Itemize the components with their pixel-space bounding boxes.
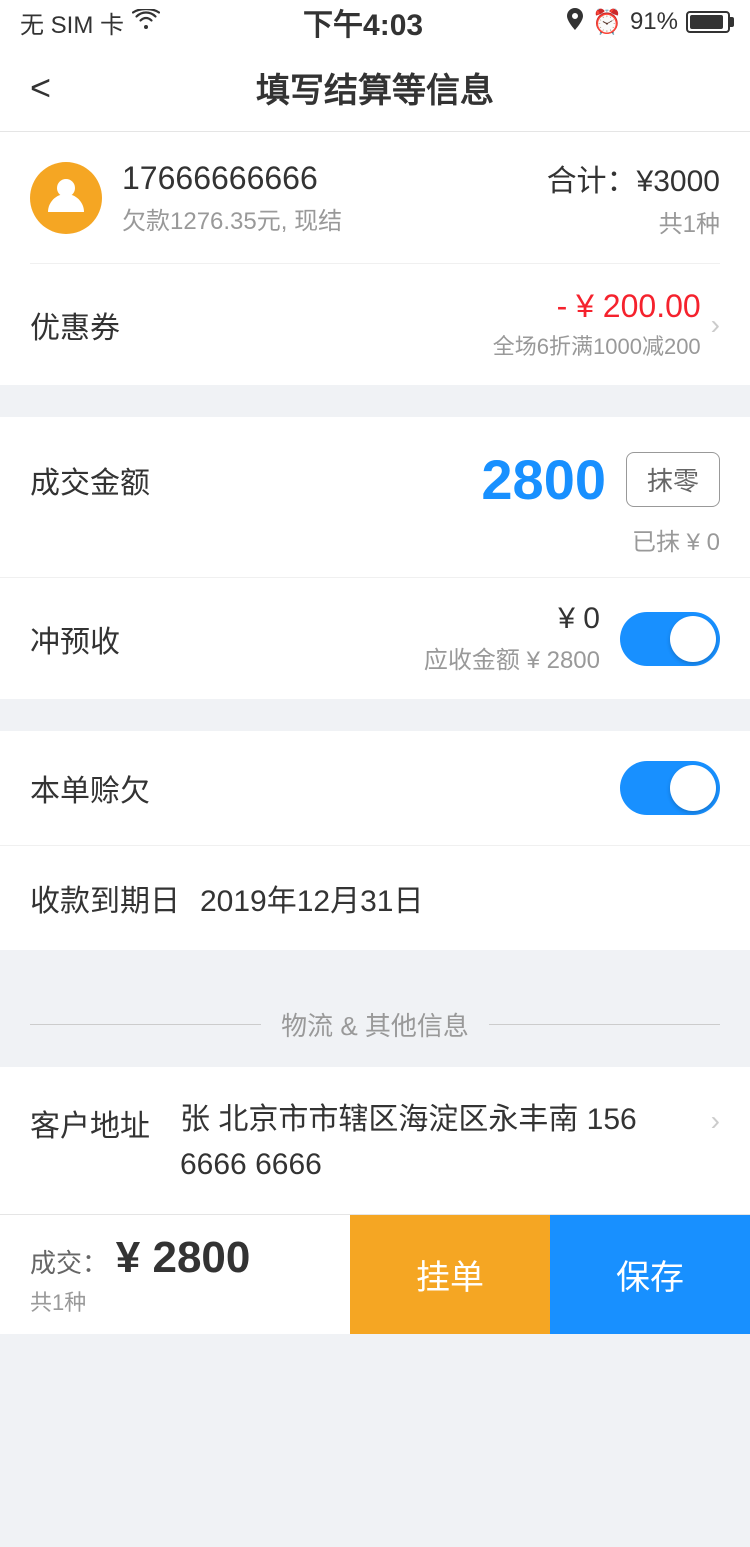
- customer-row: 17666666666 欠款1276.35元, 现结 合计：¥3000 共1种: [0, 132, 750, 263]
- status-right: ⏰ 91%: [566, 8, 730, 37]
- content-area: 17666666666 欠款1276.35元, 现结 合计：¥3000 共1种 …: [0, 132, 750, 1547]
- prepay-toggle[interactable]: [620, 612, 720, 666]
- prepay-sub: 应收金额 ¥ 2800: [424, 640, 600, 675]
- coupon-right: - ¥ 200.00 全场6折满1000减200 ›: [493, 288, 720, 361]
- section-gap-1: [0, 401, 750, 417]
- amount-right: 2800 抹零: [481, 447, 720, 512]
- logistics-line-left: [30, 1024, 261, 1025]
- status-bar: 无 SIM 卡 下午4:03 ⏰ 91%: [0, 0, 750, 44]
- prepay-label: 冲预收: [30, 617, 120, 661]
- logistics-line-right: [489, 1024, 720, 1025]
- customer-sub: 欠款1276.35元, 现结: [122, 201, 342, 236]
- footer-buttons: 挂单 保存: [350, 1215, 750, 1334]
- debt-toggle[interactable]: [620, 761, 720, 815]
- amount-sub: 已抹 ¥ 0: [0, 522, 750, 577]
- customer-phone: 17666666666: [122, 160, 342, 197]
- wifi-icon: [132, 8, 160, 36]
- prepay-amount-wrap: ¥ 0 应收金额 ¥ 2800: [424, 602, 600, 675]
- page-title: 填写结算等信息: [256, 63, 494, 112]
- amount-value: 2800: [481, 447, 606, 512]
- customer-card: 17666666666 欠款1276.35元, 现结 合计：¥3000 共1种 …: [0, 132, 750, 385]
- section-gap-3: [0, 950, 750, 966]
- chevron-right-icon: ›: [711, 309, 720, 341]
- coupon-wrap: - ¥ 200.00 全场6折满1000减200: [493, 288, 701, 361]
- status-left: 无 SIM 卡: [20, 5, 160, 40]
- carrier-text: 无 SIM 卡: [20, 5, 124, 40]
- footer-label-row: 成交： ¥ 2800: [30, 1233, 320, 1283]
- coupon-label: 优惠券: [30, 303, 120, 347]
- save-button[interactable]: 保存: [550, 1215, 750, 1334]
- debt-toggle-knob: [670, 765, 716, 811]
- back-button[interactable]: <: [20, 57, 61, 119]
- debt-section: 本单赊欠 收款到期日 2019年12月31日: [0, 731, 750, 950]
- total-amount: 合计：¥3000: [547, 156, 720, 200]
- footer: 成交： ¥ 2800 共1种 挂单 保存: [0, 1214, 750, 1334]
- prepay-row: 冲预收 ¥ 0 应收金额 ¥ 2800: [0, 577, 750, 699]
- footer-label: 成交：: [30, 1248, 108, 1278]
- debt-row: 本单赊欠: [0, 731, 750, 845]
- due-label: 收款到期日: [30, 876, 180, 920]
- prepay-amount: ¥ 0: [424, 602, 600, 636]
- prepay-right: ¥ 0 应收金额 ¥ 2800: [424, 602, 720, 675]
- alarm-icon: ⏰: [592, 8, 622, 37]
- logistics-title: 物流 & 其他信息: [281, 1006, 469, 1043]
- section-gap-2: [0, 699, 750, 715]
- coupon-row[interactable]: 优惠券 - ¥ 200.00 全场6折满1000减200 ›: [0, 264, 750, 385]
- status-time: 下午4:03: [303, 0, 423, 44]
- address-row[interactable]: 客户地址 张 北京市市辖区海淀区永丰南 156 6666 6666 ›: [0, 1067, 750, 1217]
- address-value: 张 北京市市辖区海淀区永丰南 156 6666 6666: [180, 1097, 681, 1187]
- footer-info: 成交： ¥ 2800 共1种: [0, 1233, 350, 1317]
- amount-label: 成交金额: [30, 458, 150, 502]
- avatar-icon: [45, 172, 87, 224]
- location-icon: [566, 8, 584, 37]
- round-button[interactable]: 抹零: [626, 452, 720, 507]
- coupon-desc: 全场6折满1000减200: [493, 329, 701, 361]
- coupon-amount: - ¥ 200.00: [493, 288, 701, 325]
- pending-button[interactable]: 挂单: [350, 1215, 550, 1334]
- logistics-header: 物流 & 其他信息: [0, 982, 750, 1067]
- footer-count: 共1种: [30, 1285, 320, 1317]
- customer-right: 合计：¥3000 共1种: [547, 156, 720, 239]
- customer-info: 17666666666 欠款1276.35元, 现结: [122, 160, 342, 236]
- toggle-knob: [670, 616, 716, 662]
- amount-section: 成交金额 2800 抹零 已抹 ¥ 0 冲预收 ¥ 0 应收金额 ¥ 2800: [0, 417, 750, 699]
- amount-row: 成交金额 2800 抹零: [0, 417, 750, 522]
- address-label: 客户地址: [30, 1097, 150, 1145]
- logistics-section: 物流 & 其他信息: [0, 982, 750, 1067]
- address-chevron-icon: ›: [711, 1097, 720, 1137]
- due-date-row: 收款到期日 2019年12月31日: [0, 845, 750, 950]
- address-section: 客户地址 张 北京市市辖区海淀区永丰南 156 6666 6666 ›: [0, 1067, 750, 1217]
- header: < 填写结算等信息: [0, 44, 750, 132]
- battery-icon: [686, 11, 730, 33]
- debt-label: 本单赊欠: [30, 766, 150, 810]
- total-count: 共1种: [547, 204, 720, 239]
- due-value: 2019年12月31日: [200, 876, 423, 920]
- battery-percent: 91%: [630, 8, 678, 36]
- footer-amount: ¥ 2800: [116, 1233, 251, 1282]
- customer-left: 17666666666 欠款1276.35元, 现结: [30, 160, 342, 236]
- avatar: [30, 162, 102, 234]
